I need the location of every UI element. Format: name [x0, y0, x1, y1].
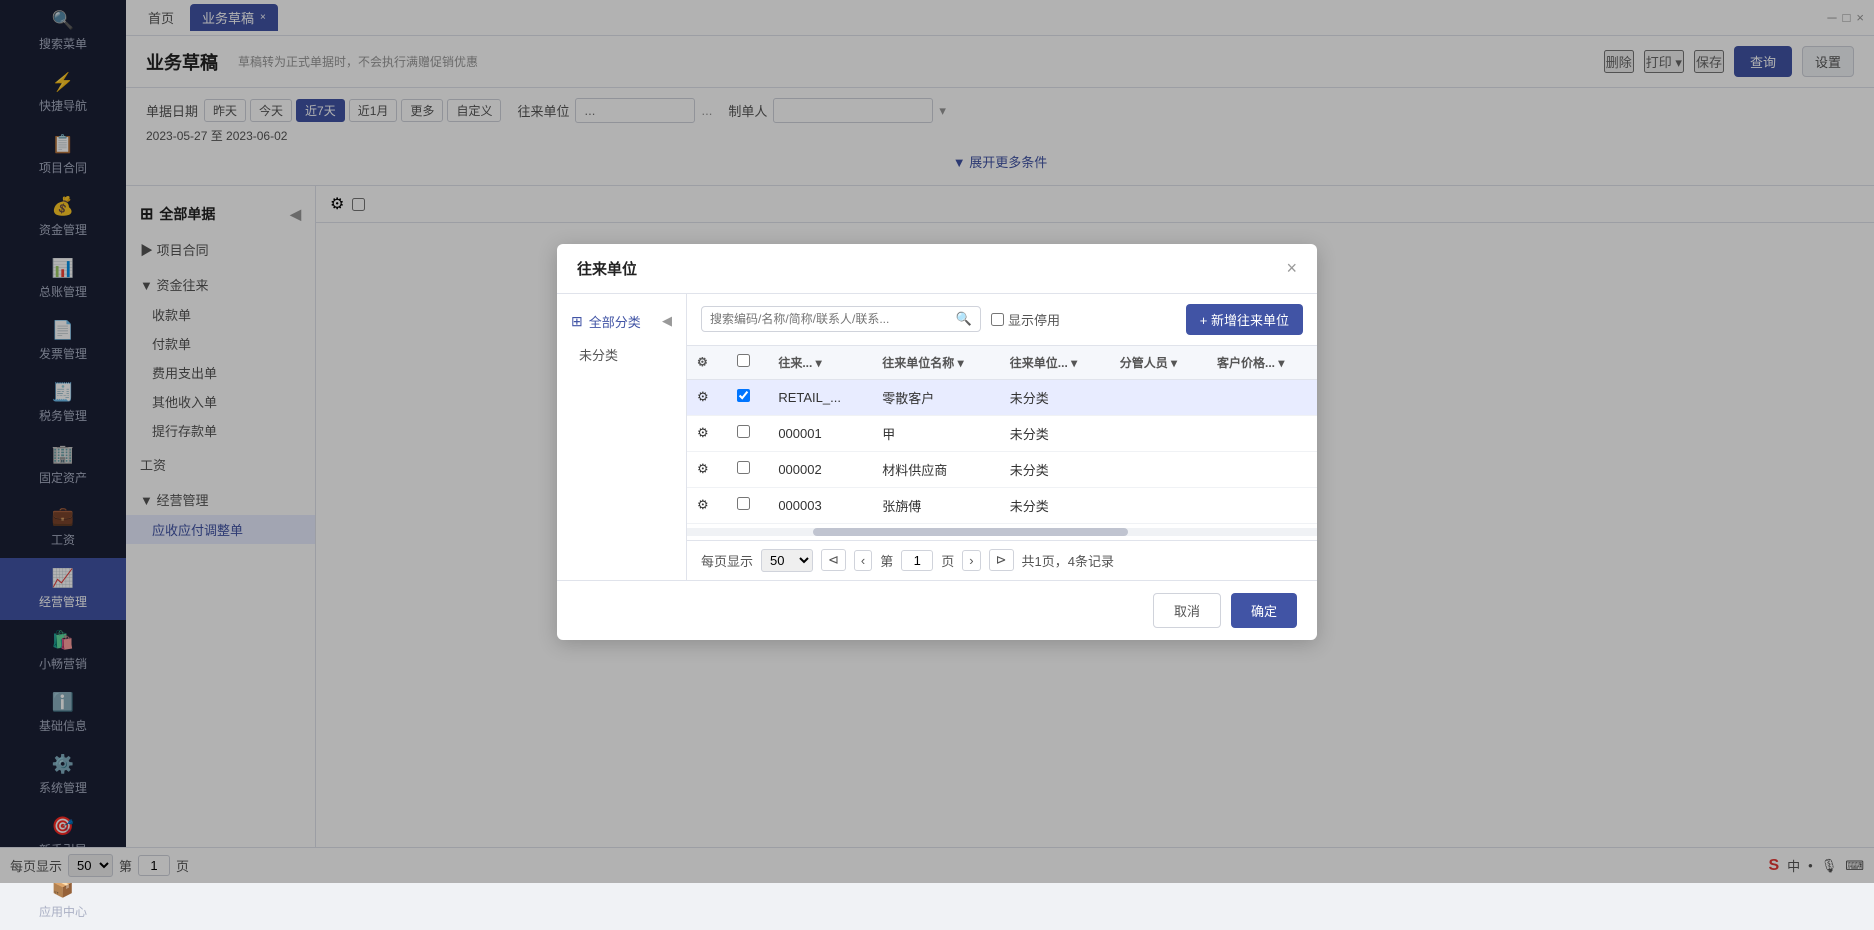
col-category[interactable]: 往来单位... ▾	[1000, 346, 1110, 380]
row-code: RETAIL_...	[768, 379, 872, 415]
dialog-scrollbar-thumb	[813, 528, 1128, 536]
dialog-table: ⚙ 往来... ▾ 往来单位名称 ▾ 往来单位... ▾ 分管人员 ▾ 客户价格…	[687, 346, 1317, 524]
show-disabled-checkbox[interactable]	[991, 313, 1004, 326]
row-price	[1207, 451, 1317, 487]
row-checkbox	[727, 487, 769, 523]
row-manager	[1110, 451, 1207, 487]
row-name: 张旃傅	[872, 487, 1000, 523]
dialog-table-wrap: ⚙ 往来... ▾ 往来单位名称 ▾ 往来单位... ▾ 分管人员 ▾ 客户价格…	[687, 346, 1317, 524]
row-manager	[1110, 415, 1207, 451]
page-number-input[interactable]	[901, 550, 933, 571]
dialog-close-button[interactable]: ×	[1286, 258, 1297, 279]
page-last-button[interactable]: ⊳	[989, 549, 1014, 571]
dialog-collapse-icon[interactable]: ◀	[662, 313, 672, 329]
dialog-scrollbar[interactable]	[687, 528, 1317, 536]
row-checkbox	[727, 415, 769, 451]
confirm-button[interactable]: 确定	[1231, 593, 1297, 628]
table-row[interactable]: ⚙ 000003 张旃傅 未分类	[687, 487, 1317, 523]
row-price	[1207, 379, 1317, 415]
per-page-label: 每页显示	[701, 551, 753, 570]
per-page-select[interactable]: 50 100	[761, 549, 813, 572]
partner-dialog: 往来单位 × ⊞ 全部分类 ◀ 未分类	[557, 244, 1317, 640]
show-disabled-checkbox-label: 显示停用	[991, 310, 1060, 329]
row-name: 零散客户	[872, 379, 1000, 415]
dialog-footer: 取消 确定	[557, 580, 1317, 640]
row-code: 000001	[768, 415, 872, 451]
dialog-table-select-all[interactable]	[737, 354, 750, 367]
page-first-button[interactable]: ⊲	[821, 549, 846, 571]
row-checkbox	[727, 451, 769, 487]
row-category: 未分类	[1000, 379, 1110, 415]
table-row[interactable]: ⚙ RETAIL_... 零散客户 未分类	[687, 379, 1317, 415]
row-settings: ⚙	[687, 487, 727, 523]
col-select	[727, 346, 769, 380]
row-checkbox	[727, 379, 769, 415]
col-code[interactable]: 往来... ▾	[768, 346, 872, 380]
dialog-body: ⊞ 全部分类 ◀ 未分类 🔍	[557, 294, 1317, 580]
row-settings: ⚙	[687, 379, 727, 415]
dialog-overlay: 往来单位 × ⊞ 全部分类 ◀ 未分类	[0, 0, 1874, 883]
page-suffix: 页	[941, 551, 954, 570]
col-name[interactable]: 往来单位名称 ▾	[872, 346, 1000, 380]
row-settings: ⚙	[687, 415, 727, 451]
add-partner-button[interactable]: + 新增往来单位	[1186, 304, 1303, 335]
dialog-toolbar: 🔍 显示停用 + 新增往来单位	[687, 294, 1317, 346]
col-settings: ⚙	[687, 346, 727, 380]
dialog-search-box: 🔍	[701, 306, 981, 332]
row-name: 甲	[872, 415, 1000, 451]
sidebar-item-label: 应用中心	[39, 903, 87, 920]
row-name: 材料供应商	[872, 451, 1000, 487]
row-manager	[1110, 379, 1207, 415]
table-row[interactable]: ⚙ 000002 材料供应商 未分类	[687, 451, 1317, 487]
row-settings: ⚙	[687, 451, 727, 487]
row-manager	[1110, 487, 1207, 523]
dialog-right-panel: 🔍 显示停用 + 新增往来单位 ⚙	[687, 294, 1317, 580]
page-prev-button[interactable]: ‹	[854, 550, 872, 571]
dialog-search-input[interactable]	[710, 312, 950, 326]
col-price[interactable]: 客户价格... ▾	[1207, 346, 1317, 380]
search-icon: 🔍	[956, 311, 972, 327]
table-row[interactable]: ⚙ 000001 甲 未分类	[687, 415, 1317, 451]
total-records-label: 共1页，4条记录	[1022, 551, 1114, 570]
col-manager[interactable]: 分管人员 ▾	[1110, 346, 1207, 380]
page-next-button[interactable]: ›	[962, 550, 980, 571]
dialog-subcategory-uncategorized[interactable]: 未分类	[557, 339, 686, 370]
cancel-button[interactable]: 取消	[1153, 593, 1221, 628]
row-code: 000002	[768, 451, 872, 487]
row-category: 未分类	[1000, 451, 1110, 487]
page-label: 第	[880, 551, 893, 570]
dialog-header: 往来单位 ×	[557, 244, 1317, 294]
dialog-pagination: 每页显示 50 100 ⊲ ‹ 第 页 › ⊳ 共1页，4条记录	[687, 540, 1317, 580]
row-price	[1207, 487, 1317, 523]
row-code: 000003	[768, 487, 872, 523]
dialog-title: 往来单位	[577, 258, 637, 279]
row-category: 未分类	[1000, 415, 1110, 451]
row-price	[1207, 415, 1317, 451]
row-category: 未分类	[1000, 487, 1110, 523]
dialog-left-panel: ⊞ 全部分类 ◀ 未分类	[557, 294, 687, 580]
dialog-all-categories[interactable]: ⊞ 全部分类 ◀	[557, 304, 686, 339]
